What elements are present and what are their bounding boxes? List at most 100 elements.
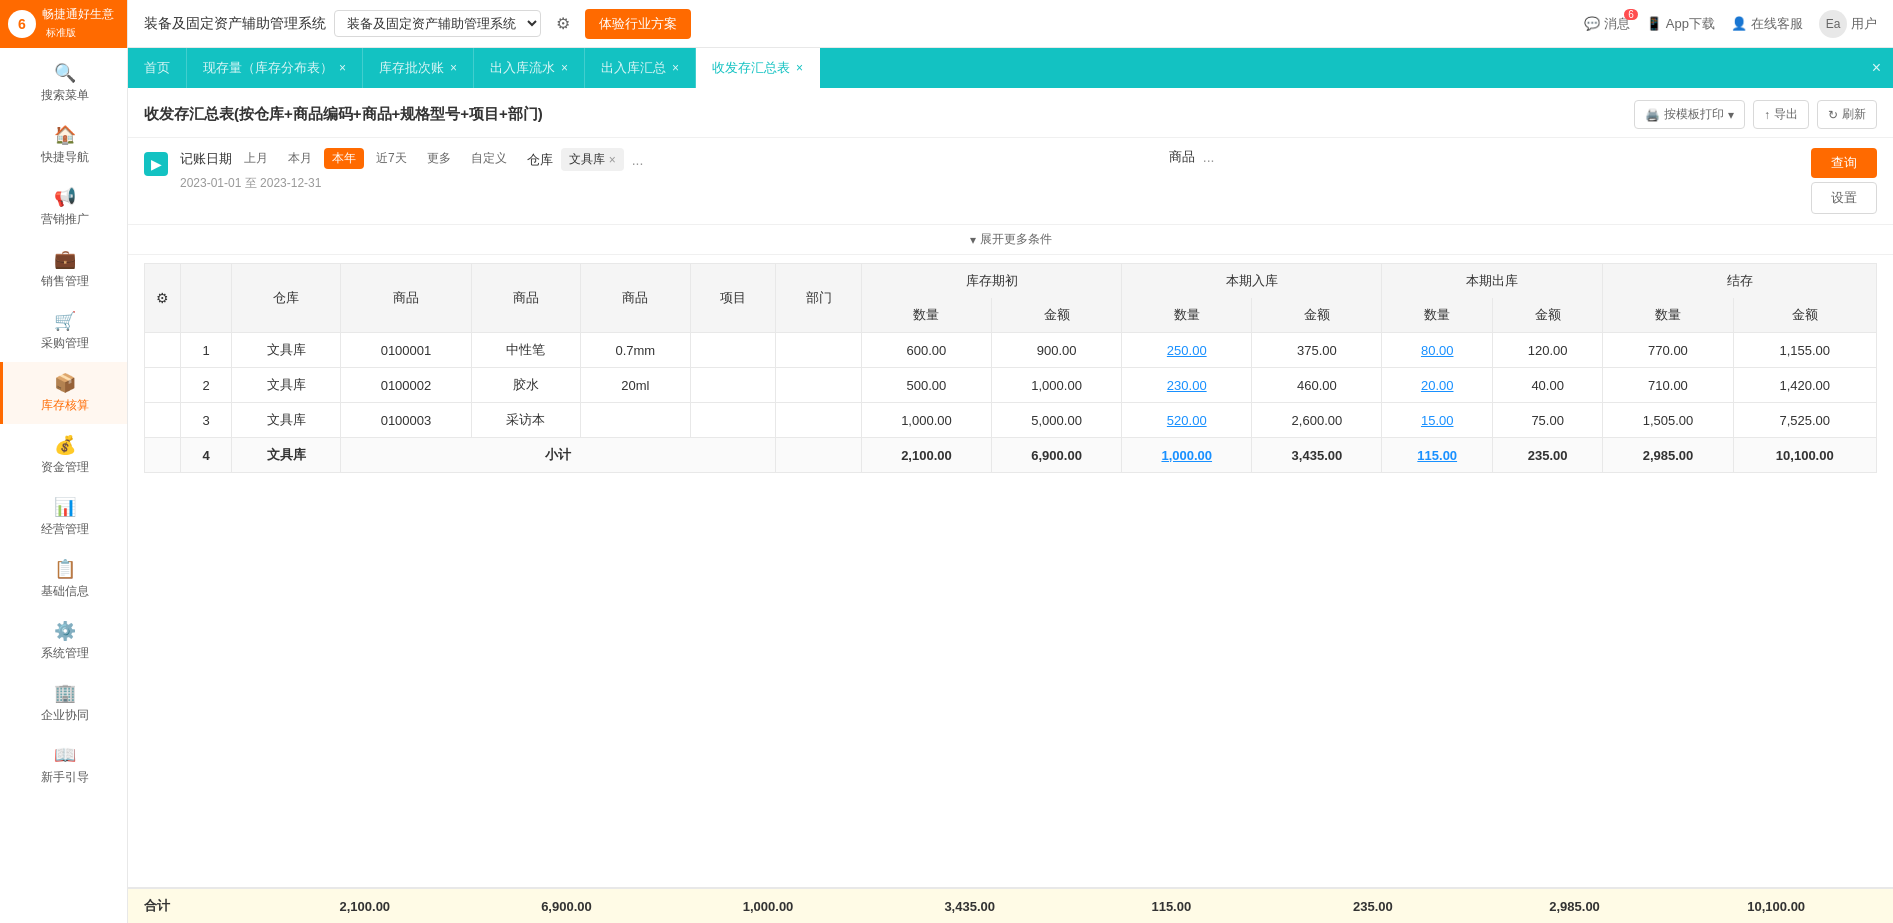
- service-icon: 👤: [1731, 16, 1747, 31]
- row-close-amt: 1,155.00: [1733, 333, 1876, 368]
- tab-batch-close[interactable]: ×: [450, 61, 457, 75]
- total-in-amt: 3,435.00: [869, 899, 1071, 914]
- export-button[interactable]: ↑ 导出: [1753, 100, 1809, 129]
- tab-inventory-dist-close[interactable]: ×: [339, 61, 346, 75]
- col-header-out-qty: 数量: [1382, 298, 1492, 333]
- product-ellipsis[interactable]: ...: [1203, 149, 1215, 165]
- date-preset-7days[interactable]: 近7天: [368, 148, 415, 169]
- table-container: ⚙ 仓库 商品 商品 商品 项目 部门 库存期初 本期入库 本期出库: [128, 255, 1893, 887]
- date-preset-more[interactable]: 更多: [419, 148, 459, 169]
- total-open-qty: 2,100.00: [264, 899, 466, 914]
- row-close-amt: 7,525.00: [1733, 403, 1876, 438]
- sidebar-item-marketing[interactable]: 📢 营销推广: [0, 176, 127, 238]
- expand-label: 展开更多条件: [980, 231, 1052, 248]
- sidebar-item-sales[interactable]: 💼 销售管理: [0, 238, 127, 300]
- col-header-code: 商品: [341, 264, 471, 333]
- sidebar-logo: 6 畅捷通好生意 标准版: [0, 0, 127, 48]
- date-range-text: 2023-01-01 至 2023-12-31: [180, 175, 515, 192]
- subtotal-in-qty[interactable]: 1,000.00: [1122, 438, 1252, 473]
- row-project: [691, 403, 776, 438]
- user-button[interactable]: Ea 用户: [1819, 10, 1877, 38]
- main-area: 装备及固定资产辅助管理系统 装备及固定资产辅助管理系统 ⚙ 体验行业方案 💬 消…: [128, 0, 1893, 923]
- sidebar-item-operation[interactable]: 📊 经营管理: [0, 486, 127, 548]
- message-button[interactable]: 💬 消息 6: [1584, 15, 1630, 33]
- tab-receive-summary-label: 收发存汇总表: [712, 59, 790, 77]
- sidebar-item-quicknav[interactable]: 🏠 快捷导航: [0, 114, 127, 176]
- date-preset-this-month[interactable]: 本月: [280, 148, 320, 169]
- expand-more-button[interactable]: ▾ 展开更多条件: [970, 231, 1052, 248]
- sidebar-item-operation-label: 经营管理: [41, 521, 89, 538]
- tab-receive-summary-close[interactable]: ×: [796, 61, 803, 75]
- export-label: 导出: [1774, 106, 1798, 123]
- finance-icon: 💰: [54, 434, 76, 456]
- filter-setting-button[interactable]: 设置: [1811, 182, 1877, 214]
- row-name: 采访本: [471, 403, 580, 438]
- tab-bar-close[interactable]: ×: [1860, 59, 1893, 77]
- row-out-qty[interactable]: 80.00: [1382, 333, 1492, 368]
- system-title: 装备及固定资产辅助管理系统: [144, 15, 326, 33]
- logo-title: 畅捷通好生意: [42, 7, 114, 23]
- system-selector[interactable]: 装备及固定资产辅助管理系统: [334, 10, 541, 37]
- row-in-qty[interactable]: 230.00: [1122, 368, 1252, 403]
- col-header-close-amt: 金额: [1733, 298, 1876, 333]
- tab-flow[interactable]: 出入库流水 ×: [474, 48, 585, 88]
- row-in-qty[interactable]: 520.00: [1122, 403, 1252, 438]
- user-avatar: Ea: [1819, 10, 1847, 38]
- date-preset-last-month[interactable]: 上月: [236, 148, 276, 169]
- table-row: 1 文具库 0100001 中性笔 0.7mm 600.00 900.00 25…: [145, 333, 1877, 368]
- tab-summary-label: 出入库汇总: [601, 59, 666, 77]
- filter-toggle-button[interactable]: ▶: [144, 152, 168, 176]
- tab-batch[interactable]: 库存批次账 ×: [363, 48, 474, 88]
- online-service-button[interactable]: 👤 在线客服: [1731, 15, 1803, 33]
- row-in-qty[interactable]: 250.00: [1122, 333, 1252, 368]
- row-out-qty[interactable]: 15.00: [1382, 403, 1492, 438]
- sidebar-item-guide[interactable]: 📖 新手引导: [0, 734, 127, 796]
- subtotal-open-amt: 6,900.00: [992, 438, 1122, 473]
- filter-product-section: 商品 ...: [1169, 148, 1799, 166]
- row-open-qty: 500.00: [861, 368, 991, 403]
- col-header-in: 本期入库: [1122, 264, 1382, 299]
- sidebar-item-finance[interactable]: 💰 资金管理: [0, 424, 127, 486]
- date-preset-this-year[interactable]: 本年: [324, 148, 364, 169]
- page-actions: 🖨️ 按模板打印 ▾ ↑ 导出 ↻ 刷新: [1634, 100, 1877, 129]
- row-out-qty[interactable]: 20.00: [1382, 368, 1492, 403]
- table-settings-icon[interactable]: ⚙: [156, 290, 169, 306]
- col-header-settings[interactable]: ⚙: [145, 264, 181, 333]
- subtotal-out-qty[interactable]: 115.00: [1382, 438, 1492, 473]
- row-close-amt: 1,420.00: [1733, 368, 1876, 403]
- date-label: 记账日期: [180, 150, 232, 168]
- col-header-in-amt: 金额: [1252, 298, 1382, 333]
- sidebar-item-inventory[interactable]: 📦 库存核算: [0, 362, 127, 424]
- date-preset-custom[interactable]: 自定义: [463, 148, 515, 169]
- tab-summary[interactable]: 出入库汇总 ×: [585, 48, 696, 88]
- table-footer: 合计 2,100.00 6,900.00 1,000.00 3,435.00 1…: [128, 887, 1893, 923]
- query-button[interactable]: 查询: [1811, 148, 1877, 178]
- sidebar-item-system[interactable]: ⚙️ 系统管理: [0, 610, 127, 672]
- experience-button[interactable]: 体验行业方案: [585, 9, 691, 39]
- app-download-button[interactable]: 📱 App下载: [1646, 15, 1715, 33]
- print-label: 按模板打印: [1664, 106, 1724, 123]
- sidebar-item-search[interactable]: 🔍 搜索菜单: [0, 52, 127, 114]
- refresh-button[interactable]: ↻ 刷新: [1817, 100, 1877, 129]
- tab-summary-close[interactable]: ×: [672, 61, 679, 75]
- settings-gear-icon[interactable]: ⚙: [549, 10, 577, 38]
- row-spec: 0.7mm: [580, 333, 690, 368]
- tab-flow-close[interactable]: ×: [561, 61, 568, 75]
- col-header-out: 本期出库: [1382, 264, 1603, 299]
- sidebar-item-enterprise[interactable]: 🏢 企业协同: [0, 672, 127, 734]
- col-header-dept: 部门: [776, 264, 861, 333]
- tab-receive-summary[interactable]: 收发存汇总表 ×: [696, 48, 820, 88]
- row-warehouse: 文具库: [232, 368, 341, 403]
- subtotal-warehouse: 文具库: [232, 438, 341, 473]
- print-button[interactable]: 🖨️ 按模板打印 ▾: [1634, 100, 1745, 129]
- purchase-icon: 🛒: [54, 310, 76, 332]
- tab-home[interactable]: 首页: [128, 48, 187, 88]
- warehouse-ellipsis[interactable]: ...: [632, 152, 644, 168]
- filter-warehouse-section: 仓库 文具库 × ...: [527, 148, 1157, 171]
- warehouse-tag-close[interactable]: ×: [609, 153, 616, 167]
- tab-inventory-dist[interactable]: 现存量（库存分布表） ×: [187, 48, 363, 88]
- sidebar-item-purchase[interactable]: 🛒 采购管理: [0, 300, 127, 362]
- row-warehouse: 文具库: [232, 333, 341, 368]
- export-icon: ↑: [1764, 108, 1770, 122]
- sidebar-item-basic[interactable]: 📋 基础信息: [0, 548, 127, 610]
